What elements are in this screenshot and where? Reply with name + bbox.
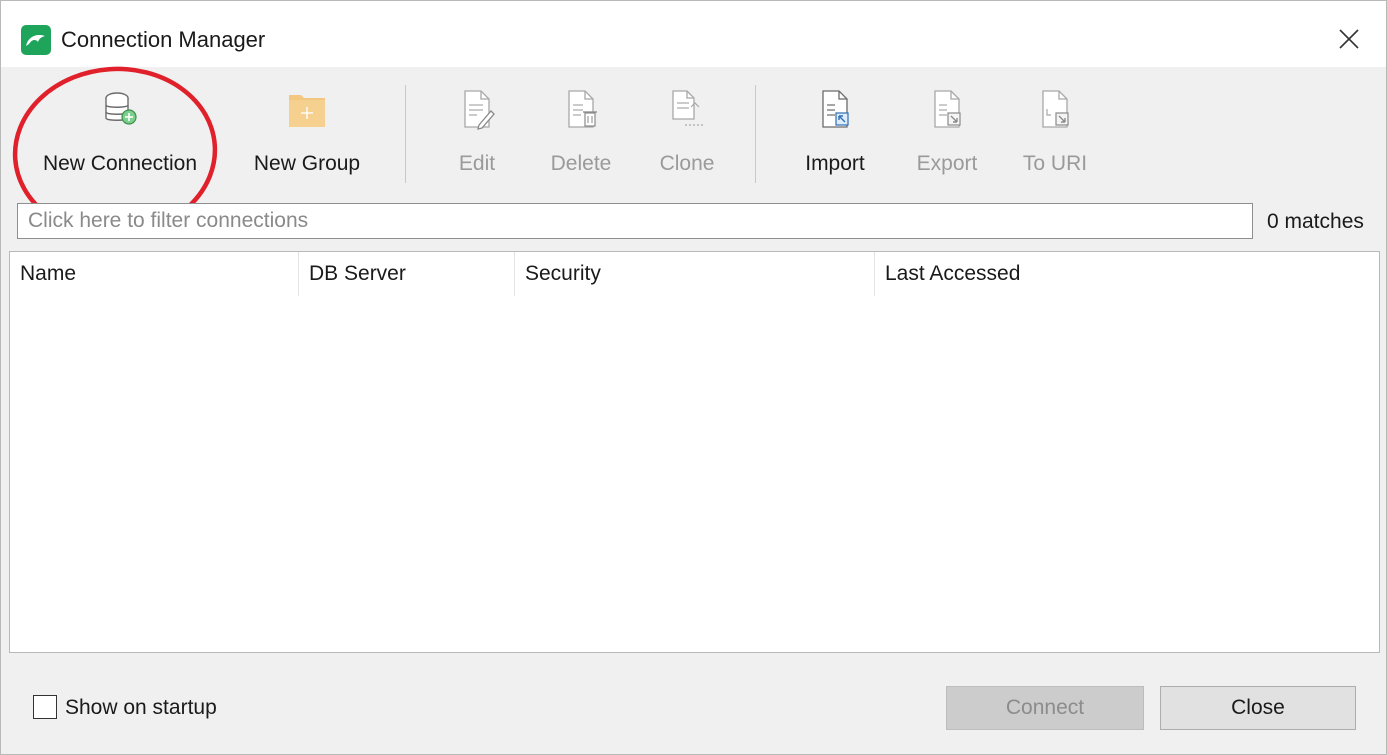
to-uri-label: To URI [1022, 152, 1088, 175]
column-header-label: Last Accessed [885, 262, 1021, 285]
import-button[interactable]: Import [796, 87, 874, 187]
column-header-label: Security [525, 262, 601, 285]
filter-connections-input[interactable] [17, 203, 1253, 239]
toolbar-separator [405, 85, 406, 183]
delete-label: Delete [550, 152, 612, 175]
document-edit-icon [457, 87, 497, 131]
title-bar: Connection Manager [1, 1, 1386, 67]
new-connection-button[interactable]: New Connection [35, 87, 205, 187]
folder-add-icon [287, 87, 327, 131]
to-uri-button[interactable]: To URI [1019, 87, 1091, 187]
document-export-icon [927, 87, 967, 131]
document-delete-icon [561, 87, 601, 131]
app-leaf-icon [21, 25, 51, 55]
clone-button[interactable]: Clone [651, 87, 723, 187]
document-import-icon [815, 87, 855, 131]
new-connection-label: New Connection [42, 152, 198, 175]
document-uri-icon [1035, 87, 1075, 131]
document-clone-icon [667, 87, 707, 131]
connect-button[interactable]: Connect [946, 686, 1144, 730]
show-on-startup-label[interactable]: Show on startup [65, 695, 217, 721]
column-header-db-server[interactable]: DB Server [299, 252, 515, 296]
connections-list[interactable]: Name DB Server Security Last Accessed [9, 251, 1380, 653]
export-button[interactable]: Export [909, 87, 985, 187]
database-add-icon [100, 87, 140, 131]
new-group-button[interactable]: New Group [245, 87, 369, 187]
delete-button[interactable]: Delete [545, 87, 617, 187]
connection-manager-window: Connection Manager New Connection New Gr… [0, 0, 1387, 755]
edit-button[interactable]: Edit [441, 87, 513, 187]
matches-count: 0 matches [1267, 210, 1364, 233]
column-header-label: DB Server [309, 262, 406, 285]
export-label: Export [916, 152, 978, 175]
close-icon[interactable] [1326, 19, 1372, 59]
window-title: Connection Manager [61, 27, 266, 52]
import-label: Import [805, 152, 865, 175]
close-button[interactable]: Close [1160, 686, 1356, 730]
show-on-startup-checkbox[interactable] [33, 695, 57, 719]
column-header-security[interactable]: Security [515, 252, 875, 296]
clone-label: Clone [659, 152, 715, 175]
column-header-name[interactable]: Name [10, 252, 299, 296]
column-header-last-accessed[interactable]: Last Accessed [875, 252, 1379, 296]
new-group-label: New Group [253, 152, 361, 175]
column-header-label: Name [20, 262, 77, 285]
toolbar-separator [755, 85, 756, 183]
edit-label: Edit [458, 152, 496, 175]
